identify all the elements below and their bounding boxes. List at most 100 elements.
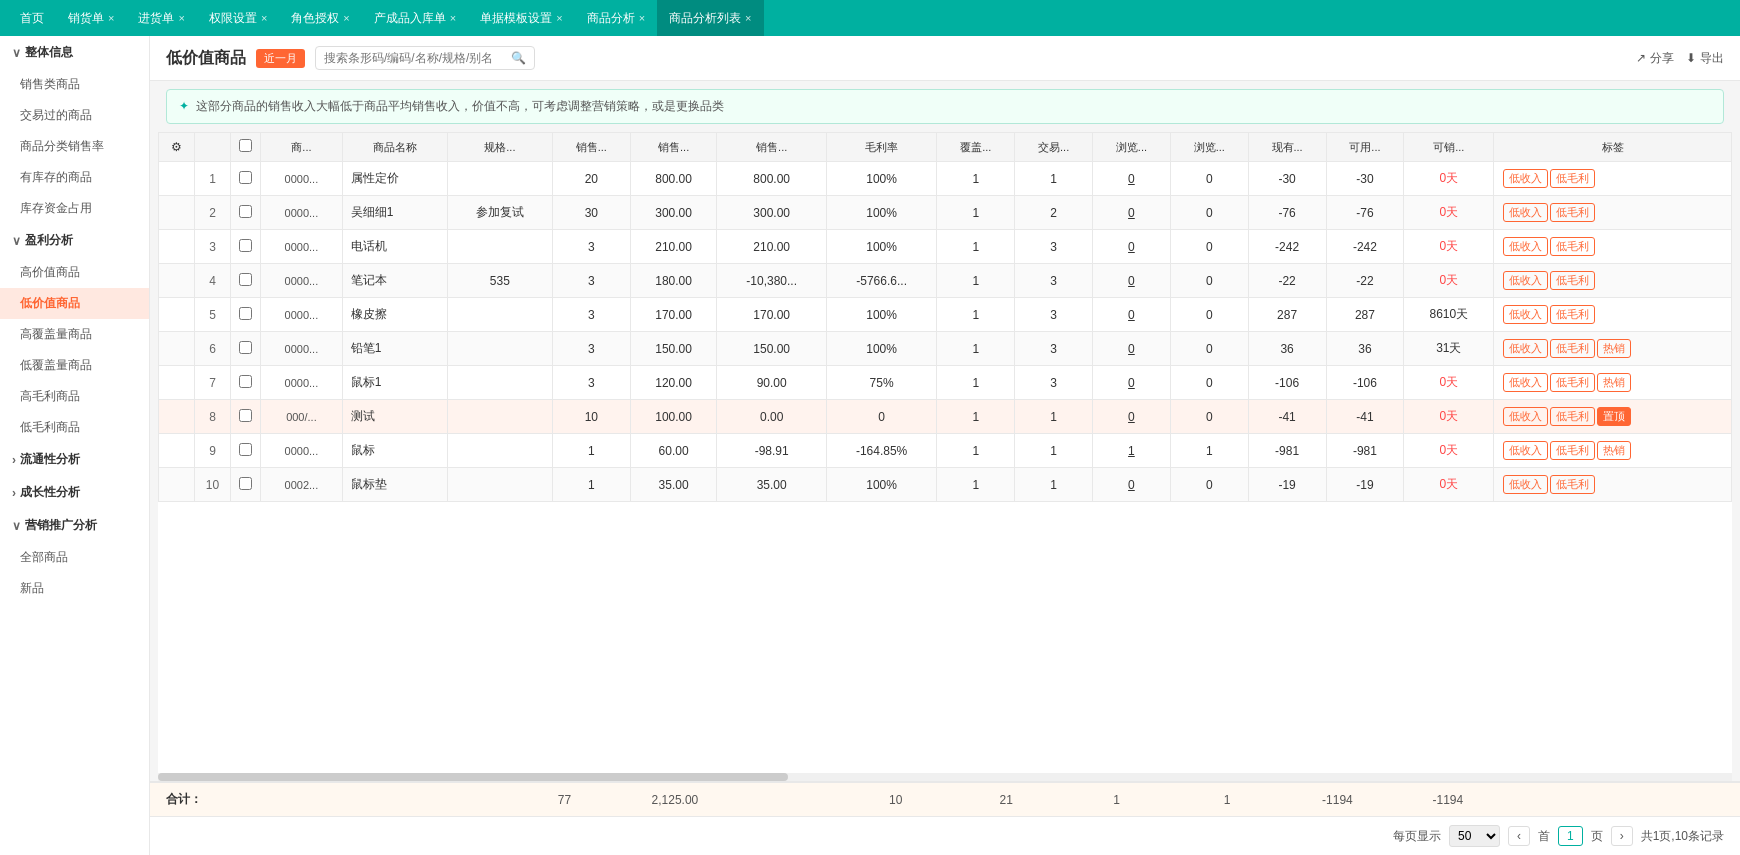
row-browse1: 0 xyxy=(1093,366,1171,400)
row-checkbox[interactable] xyxy=(239,341,252,354)
chevron-down-icon: ∨ xyxy=(12,46,21,60)
sidebar-item-category-sales-rate[interactable]: 商品分类销售率 xyxy=(0,131,149,162)
sidebar-item-low-value[interactable]: 低价值商品 xyxy=(0,288,149,319)
row-checkbox[interactable] xyxy=(239,239,252,252)
col-settings[interactable]: ⚙ xyxy=(159,133,195,162)
browse1-link[interactable]: 0 xyxy=(1128,240,1135,254)
nav-permission[interactable]: 权限设置 × xyxy=(197,0,279,36)
sidebar-item-high-value[interactable]: 高价值商品 xyxy=(0,257,149,288)
row-current: 36 xyxy=(1248,332,1326,366)
row-sales-amount: 210.00 xyxy=(630,230,717,264)
search-input[interactable] xyxy=(315,46,535,70)
row-checkbox-cell[interactable] xyxy=(231,332,261,366)
date-badge[interactable]: 近一月 xyxy=(256,49,305,68)
row-browse2: 0 xyxy=(1170,162,1248,196)
row-spec: 535 xyxy=(447,264,552,298)
nav-close-icon[interactable]: × xyxy=(178,12,184,24)
col-checkbox[interactable] xyxy=(231,133,261,162)
nav-home[interactable]: 首页 xyxy=(8,0,56,36)
browse1-link[interactable]: 0 xyxy=(1128,172,1135,186)
browse1-link[interactable]: 0 xyxy=(1128,410,1135,424)
scrollbar-thumb[interactable] xyxy=(158,773,788,781)
share-button[interactable]: ↗ 分享 xyxy=(1636,50,1674,67)
row-browse2: 0 xyxy=(1170,468,1248,502)
sidebar-item-new-products[interactable]: 新品 xyxy=(0,573,149,604)
row-checkbox-cell[interactable] xyxy=(231,196,261,230)
nav-product-analysis-list[interactable]: 商品分析列表 × xyxy=(657,0,763,36)
row-code: 0000... xyxy=(261,434,343,468)
row-checkbox[interactable] xyxy=(239,273,252,286)
sidebar-item-low-coverage[interactable]: 低覆盖量商品 xyxy=(0,350,149,381)
sidebar-group-profit[interactable]: ∨ 盈利分析 xyxy=(0,224,149,257)
nav-close-icon[interactable]: × xyxy=(745,12,751,24)
nav-product-instock[interactable]: 产成品入库单 × xyxy=(362,0,468,36)
data-table: ⚙ 商... 商品名称 规格... 销售... 销售... 销售... 毛利率 xyxy=(158,132,1732,502)
browse1-link[interactable]: 0 xyxy=(1128,376,1135,390)
sidebar-item-sales-products[interactable]: 销售类商品 xyxy=(0,69,149,100)
row-checkbox-cell[interactable] xyxy=(231,400,261,434)
sidebar-group-liquidity[interactable]: › 流通性分析 xyxy=(0,443,149,476)
nav-purchase-order[interactable]: 进货单 × xyxy=(126,0,196,36)
sidebar-item-high-coverage[interactable]: 高覆盖量商品 xyxy=(0,319,149,350)
browse1-link[interactable]: 1 xyxy=(1128,444,1135,458)
row-checkbox-cell[interactable] xyxy=(231,298,261,332)
row-checkbox-cell[interactable] xyxy=(231,230,261,264)
nav-close-icon[interactable]: × xyxy=(108,12,114,24)
row-sales-qty: 20 xyxy=(552,162,630,196)
browse1-link[interactable]: 0 xyxy=(1128,274,1135,288)
tag-badge: 低收入 xyxy=(1503,407,1548,426)
row-checkbox[interactable] xyxy=(239,409,252,422)
sidebar-item-all-products[interactable]: 全部商品 xyxy=(0,542,149,573)
row-checkbox[interactable] xyxy=(239,477,252,490)
browse1-link[interactable]: 0 xyxy=(1128,308,1135,322)
sidebar-item-stock-capital[interactable]: 库存资金占用 xyxy=(0,193,149,224)
sidebar-group-growth[interactable]: › 成长性分析 xyxy=(0,476,149,509)
row-checkbox[interactable] xyxy=(239,307,252,320)
tag-badge: 热销 xyxy=(1597,441,1631,460)
page-label-end: 页 xyxy=(1591,828,1603,845)
sidebar-item-stock-products[interactable]: 有库存的商品 xyxy=(0,162,149,193)
horizontal-scrollbar[interactable] xyxy=(158,773,1732,781)
sidebar-item-low-profit[interactable]: 低毛利商品 xyxy=(0,412,149,443)
row-sales-avg: -10,380... xyxy=(717,264,826,298)
search-icon[interactable]: 🔍 xyxy=(511,51,526,65)
nav-close-icon[interactable]: × xyxy=(639,12,645,24)
page-size-select[interactable]: 50 100 xyxy=(1449,825,1500,847)
nav-template-settings[interactable]: 单据模板设置 × xyxy=(468,0,574,36)
row-checkbox[interactable] xyxy=(239,443,252,456)
sidebar-group-overall[interactable]: ∨ 整体信息 xyxy=(0,36,149,69)
nav-product-analysis[interactable]: 商品分析 × xyxy=(575,0,657,36)
nav-close-icon[interactable]: × xyxy=(556,12,562,24)
row-trade: 1 xyxy=(1015,162,1093,196)
row-index: 7 xyxy=(195,366,231,400)
nav-close-icon[interactable]: × xyxy=(343,12,349,24)
row-checkbox-cell[interactable] xyxy=(231,434,261,468)
row-current: -19 xyxy=(1248,468,1326,502)
nav-close-icon[interactable]: × xyxy=(261,12,267,24)
footer-spacer2 xyxy=(730,793,840,807)
row-checkbox[interactable] xyxy=(239,205,252,218)
row-checkbox[interactable] xyxy=(239,375,252,388)
browse1-link[interactable]: 0 xyxy=(1128,342,1135,356)
col-sales-avg: 销售... xyxy=(717,133,826,162)
nav-close-icon[interactable]: × xyxy=(450,12,456,24)
row-checkbox[interactable] xyxy=(239,171,252,184)
select-all-checkbox[interactable] xyxy=(239,139,252,152)
first-page-button[interactable]: ‹ xyxy=(1508,826,1530,846)
browse1-link[interactable]: 0 xyxy=(1128,478,1135,492)
footer-sales-amount: 2,125.00 xyxy=(620,793,730,807)
tag-badge: 低收入 xyxy=(1503,373,1548,392)
row-checkbox-cell[interactable] xyxy=(231,468,261,502)
nav-role-auth[interactable]: 角色授权 × xyxy=(279,0,361,36)
export-button[interactable]: ⬇ 导出 xyxy=(1686,50,1724,67)
sidebar-item-traded-products[interactable]: 交易过的商品 xyxy=(0,100,149,131)
row-settings-cell xyxy=(159,434,195,468)
row-checkbox-cell[interactable] xyxy=(231,162,261,196)
nav-sales-order[interactable]: 销货单 × xyxy=(56,0,126,36)
next-page-button[interactable]: › xyxy=(1611,826,1633,846)
sidebar-item-high-profit[interactable]: 高毛利商品 xyxy=(0,381,149,412)
row-checkbox-cell[interactable] xyxy=(231,366,261,400)
row-checkbox-cell[interactable] xyxy=(231,264,261,298)
sidebar-group-marketing[interactable]: ∨ 营销推广分析 xyxy=(0,509,149,542)
browse1-link[interactable]: 0 xyxy=(1128,206,1135,220)
